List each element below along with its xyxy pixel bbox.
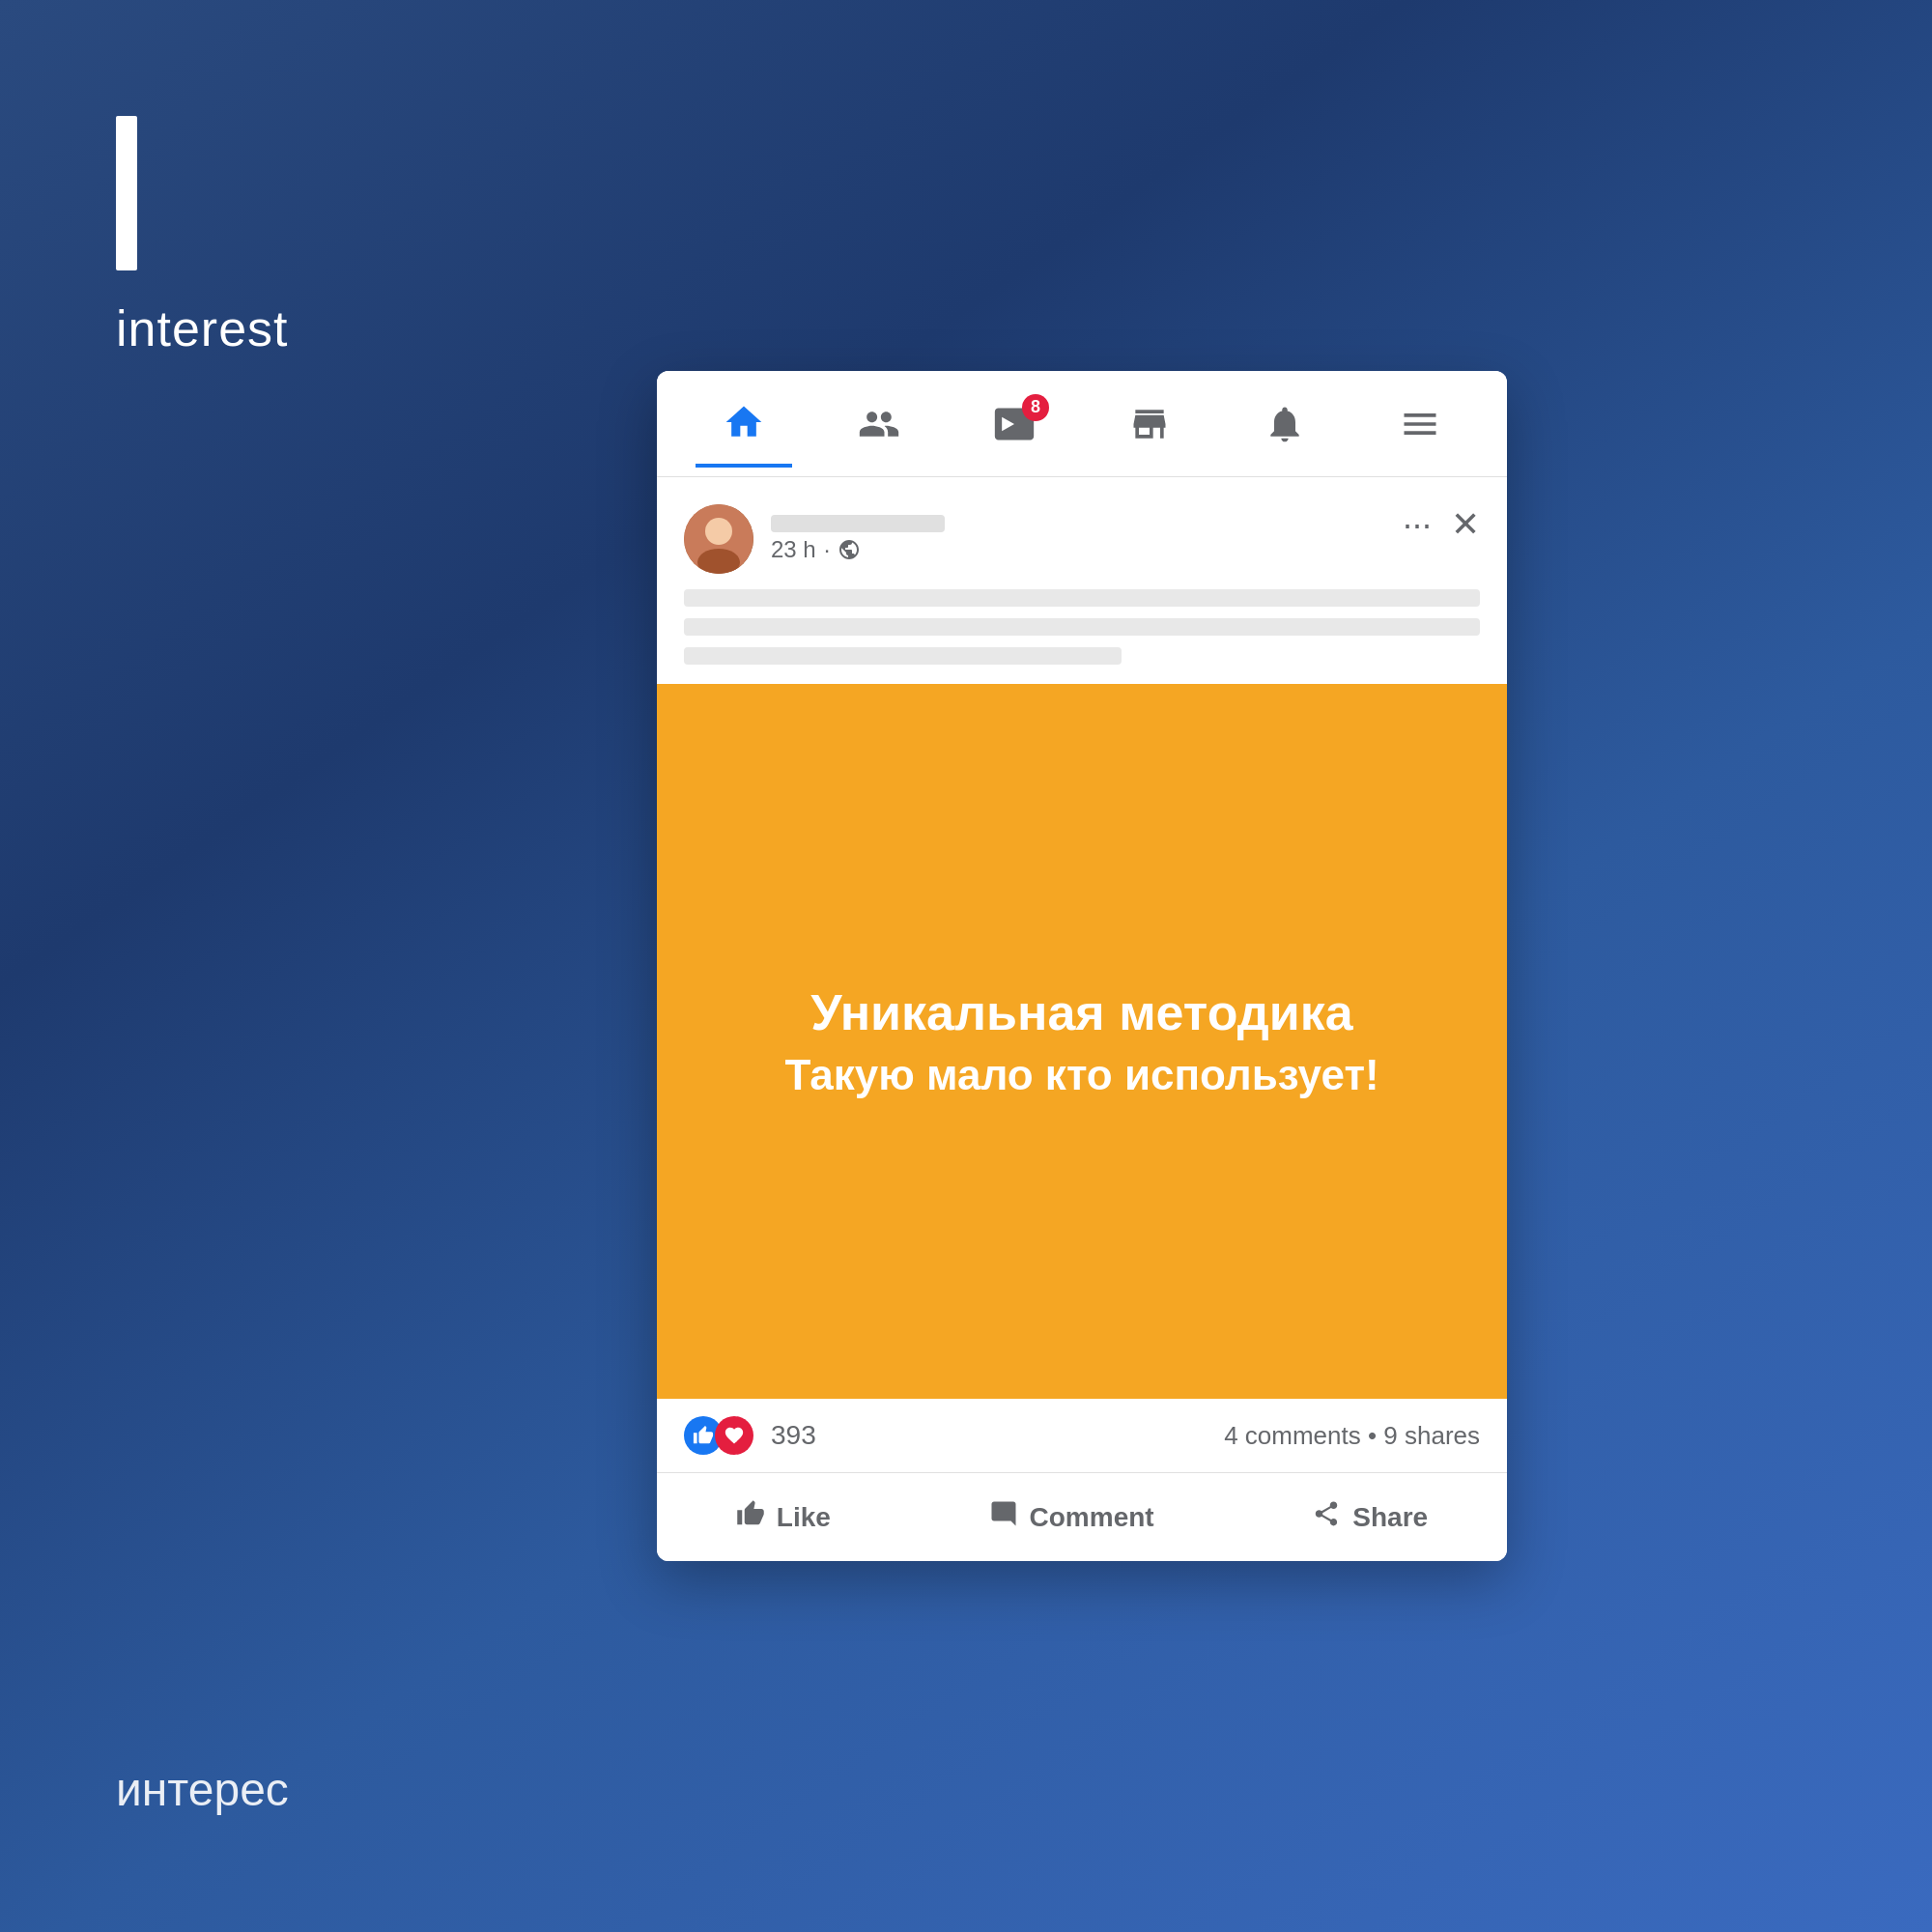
logo-area: interest	[116, 116, 289, 357]
comments-shares-label: 4 comments • 9 shares	[1224, 1421, 1480, 1451]
text-line-1	[684, 589, 1480, 607]
share-label: Share	[1352, 1502, 1428, 1533]
comment-button[interactable]: Comment	[960, 1481, 1183, 1553]
avatar	[684, 504, 753, 574]
close-post-button[interactable]: ✕	[1451, 504, 1480, 545]
nav-notifications[interactable]	[1236, 381, 1333, 468]
background: interest интерес 8	[0, 0, 1932, 1932]
logo-bar-icon	[116, 116, 137, 270]
nav-marketplace[interactable]	[1101, 381, 1198, 468]
nav-home[interactable]	[696, 381, 792, 468]
like-label: Like	[777, 1502, 831, 1533]
comment-icon	[989, 1498, 1018, 1536]
reaction-count: 393	[771, 1420, 816, 1451]
svg-point-1	[705, 518, 732, 545]
more-options-button[interactable]: ···	[1403, 504, 1432, 545]
nav-video[interactable]: 8	[966, 381, 1063, 468]
text-line-2	[684, 618, 1480, 636]
post-header: 23 h · ··· ✕	[657, 477, 1507, 589]
post-time: 23 h ·	[771, 536, 945, 563]
nav-friends[interactable]	[831, 381, 927, 468]
reactions-bar: 393 4 comments • 9 shares	[657, 1399, 1507, 1473]
like-button[interactable]: Like	[707, 1481, 860, 1553]
reactions-left: 393	[684, 1416, 816, 1455]
logo-text: interest	[116, 299, 289, 357]
post-image: Уникальная методика Такую мало кто испол…	[657, 684, 1507, 1399]
post-meta: 23 h ·	[771, 515, 945, 563]
bottom-label: интерес	[116, 1763, 289, 1816]
share-icon	[1312, 1498, 1341, 1536]
reaction-icons	[684, 1416, 753, 1455]
facebook-navbar: 8	[657, 371, 1507, 477]
username-placeholder	[771, 515, 945, 532]
like-icon	[736, 1498, 765, 1536]
post-image-title: Уникальная методика	[810, 983, 1352, 1041]
post-text-area	[657, 589, 1507, 684]
post-header-left: 23 h ·	[684, 504, 945, 574]
post-image-subtitle: Такую мало кто использует!	[784, 1051, 1378, 1099]
action-buttons: Like Comment Share	[657, 1473, 1507, 1561]
comment-label: Comment	[1030, 1502, 1154, 1533]
love-reaction-icon	[715, 1416, 753, 1455]
nav-menu[interactable]	[1372, 381, 1468, 468]
facebook-post: 23 h · ··· ✕	[657, 477, 1507, 1561]
post-actions: ··· ✕	[1403, 504, 1480, 545]
text-line-3	[684, 647, 1122, 665]
share-button[interactable]: Share	[1283, 1481, 1457, 1553]
facebook-mockup: 8	[657, 371, 1507, 1561]
video-badge: 8	[1022, 394, 1049, 421]
